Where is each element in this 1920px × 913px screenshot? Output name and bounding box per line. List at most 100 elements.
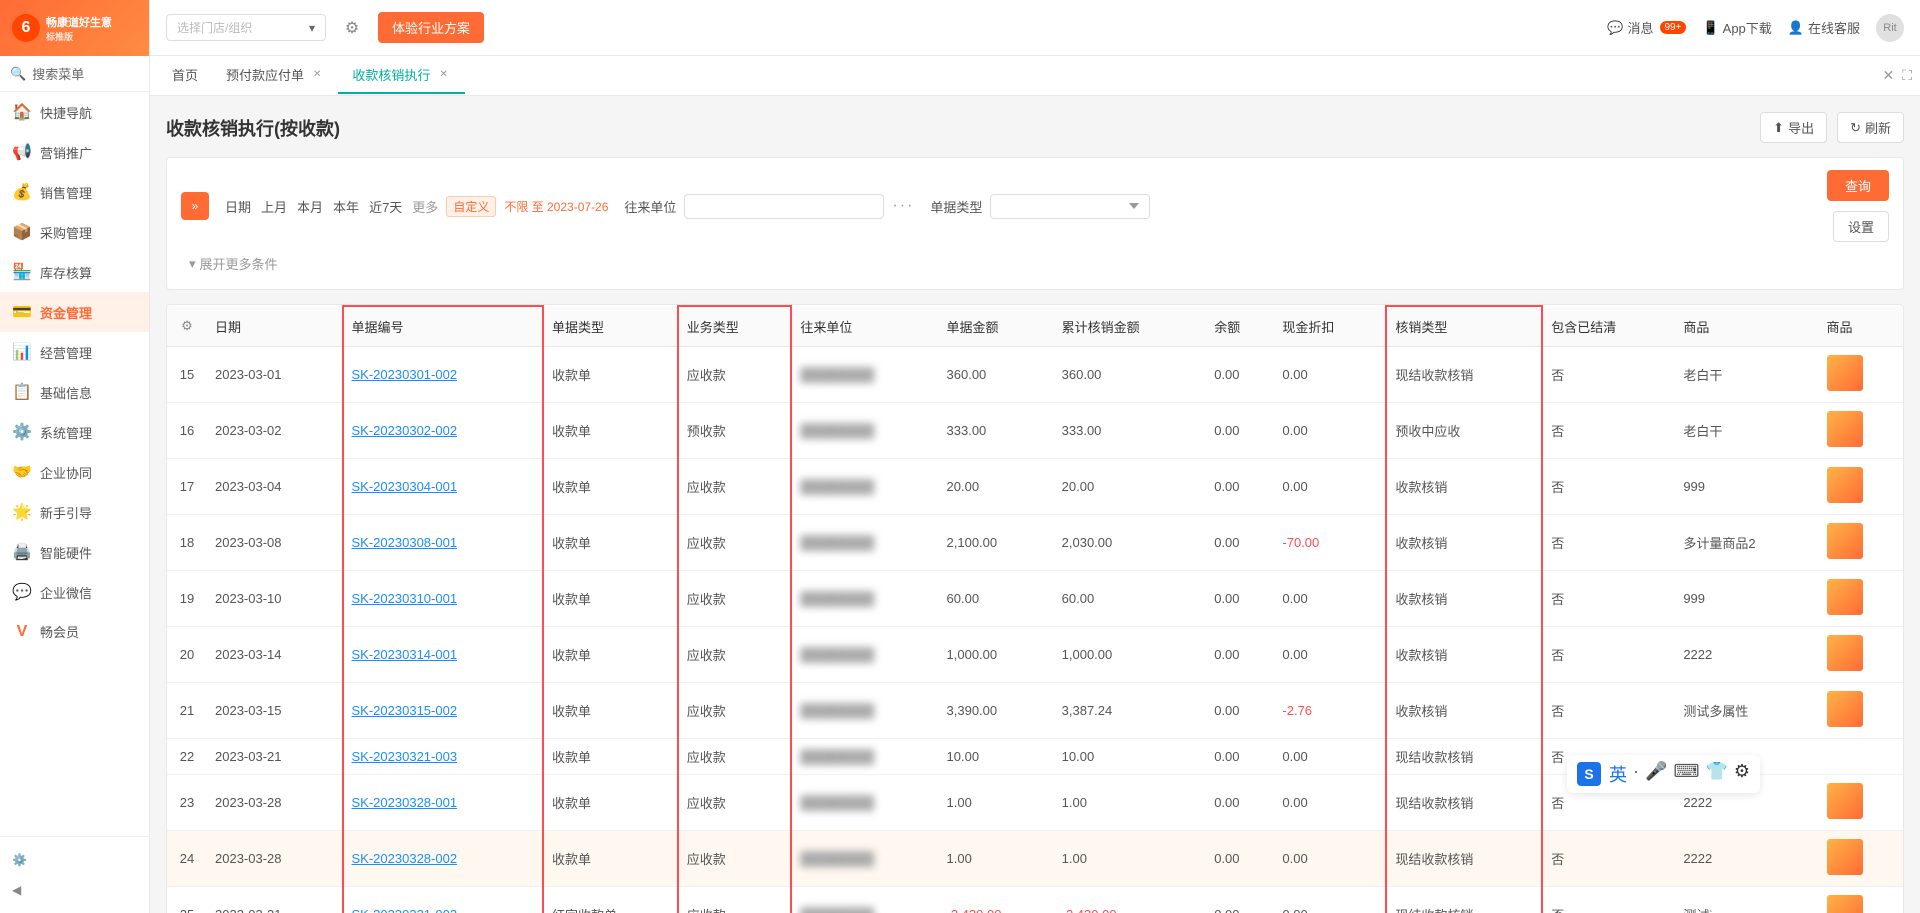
top-header: 选择门店/组织 ▾ ⚙ 体验行业方案 💬 消息 99+ 📱 App下载 👤 在线…: [150, 0, 1920, 56]
date-option-this-year[interactable]: 本年: [331, 196, 361, 217]
date-option-more[interactable]: 更多: [410, 196, 440, 217]
cell-settle-type: 收款核销: [1386, 459, 1542, 515]
doc-no-link[interactable]: SK-20230302-002: [352, 423, 458, 438]
online-service-button[interactable]: 👤 在线客服: [1788, 18, 1860, 37]
sidebar-item-inventory[interactable]: 🏪 库存核算: [0, 252, 149, 292]
sidebar-item-enterprise[interactable]: 🤝 企业协同: [0, 452, 149, 492]
purchase-icon: 📦: [12, 222, 32, 242]
cell-doc-type: 红字收款单: [543, 887, 678, 913]
settings-icon: ⚙️: [12, 853, 27, 867]
cell-total-writeoff: 20.00: [1054, 459, 1207, 515]
doc-no-link[interactable]: SK-20230301-002: [352, 367, 458, 382]
cell-total-writeoff: 360.00: [1054, 347, 1207, 403]
tab-receivable-close[interactable]: ✕: [436, 68, 450, 81]
tab-home[interactable]: 首页: [158, 57, 212, 94]
table-settings-icon[interactable]: ⚙: [178, 317, 196, 335]
store-selector[interactable]: 选择门店/组织 ▾: [166, 14, 326, 41]
filter-bar: » 日期 上月 本月 本年 近7天 更多 自定义 不限 至 2023-07-26: [166, 157, 1904, 290]
cell-doc-no: SK-20230315-002: [343, 683, 543, 739]
app-download-button[interactable]: 📱 App下载: [1702, 18, 1771, 37]
refresh-button[interactable]: ↻ 刷新: [1837, 112, 1904, 143]
doc-type-select[interactable]: [990, 194, 1150, 219]
messages-button[interactable]: 💬 消息 99+: [1607, 18, 1686, 37]
cell-biz-type: 应收款: [678, 347, 792, 403]
service-icon: 👤: [1788, 20, 1804, 36]
filter-date-field: 日期 上月 本月 本年 近7天 更多 自定义: [225, 196, 496, 217]
query-button[interactable]: 查询: [1827, 170, 1889, 201]
cell-date: 2023-03-02: [207, 403, 343, 459]
cell-doc-type: 收款单: [543, 403, 678, 459]
basic-info-icon: 📋: [12, 382, 32, 402]
doc-no-link[interactable]: SK-20230310-001: [352, 591, 458, 606]
cell-biz-type: 应收款: [678, 887, 792, 913]
goods-thumbnail: [1827, 355, 1863, 391]
sidebar-collapse-item[interactable]: ◀: [0, 875, 149, 905]
sidebar-item-marketing[interactable]: 📢 营销推广: [0, 132, 149, 172]
doc-no-link[interactable]: SK-20230314-001: [352, 647, 458, 662]
sidebar-item-guide[interactable]: 🌟 新手引导: [0, 492, 149, 532]
messages-badge: 99+: [1660, 21, 1687, 34]
doc-no-link[interactable]: SK-20230328-001: [352, 795, 458, 810]
cell-biz-type: 应收款: [678, 627, 792, 683]
member-icon: V: [12, 623, 32, 641]
goods-thumbnail: [1827, 691, 1863, 727]
cell-goods-img: [1819, 459, 1903, 515]
sidebar-bottom: ⚙️ ◀: [0, 836, 149, 913]
tab-close-all-icon[interactable]: ✕: [1882, 67, 1894, 84]
tab-payable[interactable]: 预付款应付单 ✕: [212, 57, 338, 94]
cell-settle-type: 现结收款核销: [1386, 775, 1542, 831]
cell-settle-type: 现结收款核销: [1386, 739, 1542, 775]
partner-input[interactable]: [684, 194, 884, 219]
sidebar-item-finance[interactable]: 💳 资金管理: [0, 292, 149, 332]
cell-balance: 0.00: [1206, 459, 1274, 515]
filter-settings-button[interactable]: 设置: [1833, 211, 1889, 242]
cell-no: 25: [167, 887, 207, 913]
tab-payable-close[interactable]: ✕: [310, 68, 324, 81]
col-include-settled: 包含已结清: [1542, 306, 1675, 347]
cell-include-settled: 否: [1542, 831, 1675, 887]
solution-button[interactable]: 体验行业方案: [378, 12, 484, 43]
expand-more-button[interactable]: ▾ 展开更多条件: [181, 250, 286, 277]
doc-no-link[interactable]: SK-20230321-003: [352, 749, 458, 764]
doc-no-link[interactable]: SK-20230328-002: [352, 851, 458, 866]
doc-no-link[interactable]: SK-20230315-002: [352, 703, 458, 718]
doc-no-link[interactable]: SK-20230331-002: [352, 907, 458, 913]
tab-receivable-exec[interactable]: 收款核销执行 ✕: [338, 57, 464, 94]
cell-total-writeoff: -2,430.00: [1054, 887, 1207, 913]
sidebar-item-wechat[interactable]: 💬 企业微信: [0, 572, 149, 612]
cell-goods-img: [1819, 887, 1903, 913]
cell-cash-discount: 0.00: [1274, 887, 1386, 913]
custom-date-button[interactable]: 自定义: [446, 196, 496, 217]
sidebar-item-sales[interactable]: 💰 销售管理: [0, 172, 149, 212]
user-avatar[interactable]: Rit: [1876, 14, 1904, 42]
watermark-icons: 英 · 🎤 ⌨ 👕 ⚙: [1609, 761, 1750, 787]
sidebar-item-purchase[interactable]: 📦 采购管理: [0, 212, 149, 252]
enterprise-icon: 🤝: [12, 462, 32, 482]
cell-amount: 1.00: [939, 831, 1054, 887]
table-row: 19 2023-03-10 SK-20230310-001 收款单 应收款 ██…: [167, 571, 1903, 627]
tab-fullscreen-icon[interactable]: ⛶: [1902, 67, 1912, 84]
cell-settle-type: 收款核销: [1386, 571, 1542, 627]
cell-doc-type: 收款单: [543, 831, 678, 887]
sidebar-item-operations[interactable]: 📊 经营管理: [0, 332, 149, 372]
cell-doc-no: SK-20230308-001: [343, 515, 543, 571]
doc-no-link[interactable]: SK-20230304-001: [352, 479, 458, 494]
cell-amount: 1.00: [939, 775, 1054, 831]
sidebar-settings-item[interactable]: ⚙️: [0, 845, 149, 875]
filter-expand-button[interactable]: »: [181, 192, 209, 220]
filter-date-range: 不限 至 2023-07-26: [504, 198, 608, 215]
search-menu-item[interactable]: 🔍 搜索菜单: [0, 56, 149, 92]
date-option-this-month[interactable]: 本月: [295, 196, 325, 217]
header-gear-button[interactable]: ⚙: [338, 14, 366, 42]
sidebar-item-system[interactable]: ⚙️ 系统管理: [0, 412, 149, 452]
date-option-last-7days[interactable]: 近7天: [367, 196, 404, 217]
sidebar-item-member[interactable]: V 畅会员: [0, 612, 149, 651]
filter-dots: ···: [892, 197, 914, 215]
sidebar-item-basic-info[interactable]: 📋 基础信息: [0, 372, 149, 412]
sidebar-item-hardware[interactable]: 🖨️ 智能硬件: [0, 532, 149, 572]
sidebar-item-quick-nav[interactable]: 🏠 快捷导航: [0, 92, 149, 132]
date-option-last-month[interactable]: 上月: [259, 196, 289, 217]
export-button[interactable]: ⬆ 导出: [1760, 112, 1827, 143]
doc-no-link[interactable]: SK-20230308-001: [352, 535, 458, 550]
cell-doc-type: 收款单: [543, 683, 678, 739]
